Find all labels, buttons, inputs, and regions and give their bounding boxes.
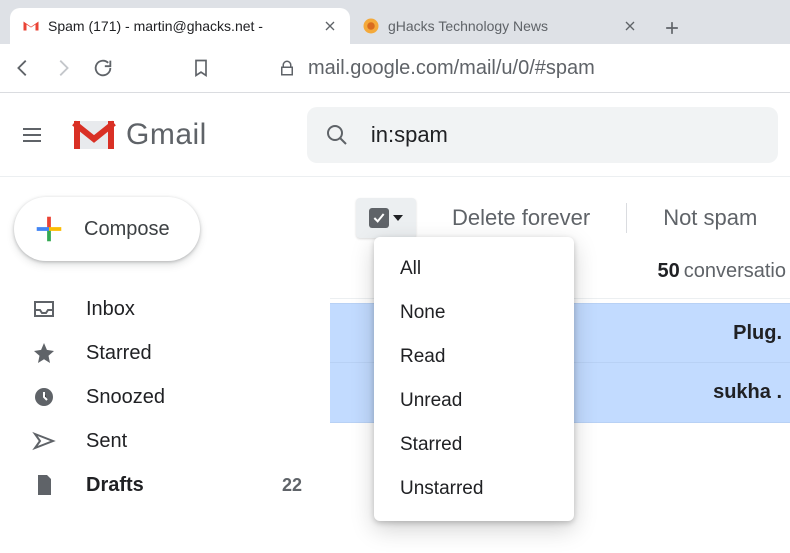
gmail-favicon-icon bbox=[22, 17, 40, 35]
search-icon bbox=[325, 123, 349, 147]
compose-label: Compose bbox=[84, 218, 170, 241]
sidebar: Compose Inbox Starred Snoozed Sent Drafts 22 bbox=[0, 177, 330, 553]
conversation-count: 50 bbox=[657, 260, 679, 283]
select-option-none[interactable]: None bbox=[374, 291, 574, 335]
browser-tab[interactable]: Spam (171) - martin@ghacks.net - bbox=[10, 8, 350, 44]
tab-title: Spam (171) - martin@ghacks.net - bbox=[48, 18, 314, 34]
sidebar-item-label: Snoozed bbox=[86, 386, 165, 409]
toolbar-divider bbox=[626, 203, 627, 233]
sidebar-item-label: Drafts bbox=[86, 474, 144, 497]
search-query: in:spam bbox=[371, 122, 448, 148]
sidebar-item-label: Inbox bbox=[86, 298, 135, 321]
select-option-unstarred[interactable]: Unstarred bbox=[374, 467, 574, 511]
menu-icon[interactable] bbox=[20, 123, 44, 147]
compose-button[interactable]: Compose bbox=[14, 197, 200, 261]
sidebar-item-starred[interactable]: Starred bbox=[0, 331, 330, 375]
select-all-button[interactable] bbox=[356, 198, 416, 238]
search-box[interactable]: in:spam bbox=[307, 107, 778, 163]
checkbox-checked-icon bbox=[369, 208, 389, 228]
clock-icon bbox=[32, 385, 56, 409]
sidebar-item-label: Sent bbox=[86, 430, 127, 453]
sidebar-item-drafts[interactable]: Drafts 22 bbox=[0, 463, 330, 507]
sidebar-item-snoozed[interactable]: Snoozed bbox=[0, 375, 330, 419]
select-option-read[interactable]: Read bbox=[374, 335, 574, 379]
chevron-down-icon bbox=[393, 215, 403, 221]
bookmark-button[interactable] bbox=[190, 57, 212, 79]
sidebar-item-inbox[interactable]: Inbox bbox=[0, 287, 330, 331]
sidebar-item-label: Starred bbox=[86, 342, 152, 365]
gmail-logo-icon bbox=[70, 117, 118, 153]
browser-tab[interactable]: gHacks Technology News bbox=[350, 8, 650, 44]
close-icon[interactable] bbox=[622, 18, 638, 34]
main-area: Compose InboxStarredSnoozedSentDrafts22 … bbox=[0, 177, 790, 553]
select-option-all[interactable]: All bbox=[374, 247, 574, 291]
lock-icon bbox=[278, 59, 296, 77]
star-icon bbox=[32, 341, 56, 365]
reload-button[interactable] bbox=[92, 57, 114, 79]
plus-icon bbox=[32, 212, 66, 246]
delete-forever-button[interactable]: Delete forever bbox=[446, 205, 596, 231]
url-text: mail.google.com/mail/u/0/#spam bbox=[308, 57, 595, 80]
back-button[interactable] bbox=[12, 57, 34, 79]
inbox-icon bbox=[32, 297, 56, 321]
gmail-logo[interactable]: Gmail bbox=[70, 117, 207, 153]
tab-title: gHacks Technology News bbox=[388, 18, 614, 34]
gmail-header: Gmail in:spam bbox=[0, 93, 790, 177]
gmail-wordmark: Gmail bbox=[126, 118, 207, 152]
close-icon[interactable] bbox=[322, 18, 338, 34]
sidebar-item-sent[interactable]: Sent bbox=[0, 419, 330, 463]
ghacks-favicon-icon bbox=[362, 17, 380, 35]
tabstrip: Spam (171) - martin@ghacks.net - gHacks … bbox=[0, 0, 790, 44]
conversation-word: conversatio bbox=[684, 260, 786, 283]
send-icon bbox=[32, 429, 56, 453]
browser-chrome: Spam (171) - martin@ghacks.net - gHacks … bbox=[0, 0, 790, 93]
select-dropdown: AllNoneReadUnreadStarredUnstarred bbox=[374, 237, 574, 521]
sidebar-item-count: 22 bbox=[282, 475, 302, 496]
nav-list: Inbox Starred Snoozed Sent Drafts 22 bbox=[0, 287, 330, 507]
new-tab-button[interactable] bbox=[656, 12, 688, 44]
forward-button[interactable] bbox=[52, 57, 74, 79]
select-option-starred[interactable]: Starred bbox=[374, 423, 574, 467]
file-icon bbox=[32, 473, 56, 497]
url-box[interactable]: mail.google.com/mail/u/0/#spam bbox=[278, 57, 778, 80]
select-option-unread[interactable]: Unread bbox=[374, 379, 574, 423]
not-spam-button[interactable]: Not spam bbox=[657, 205, 763, 231]
content-pane: Delete forever Not spam AllNoneReadUnrea… bbox=[330, 177, 790, 553]
address-bar: mail.google.com/mail/u/0/#spam bbox=[0, 44, 790, 92]
